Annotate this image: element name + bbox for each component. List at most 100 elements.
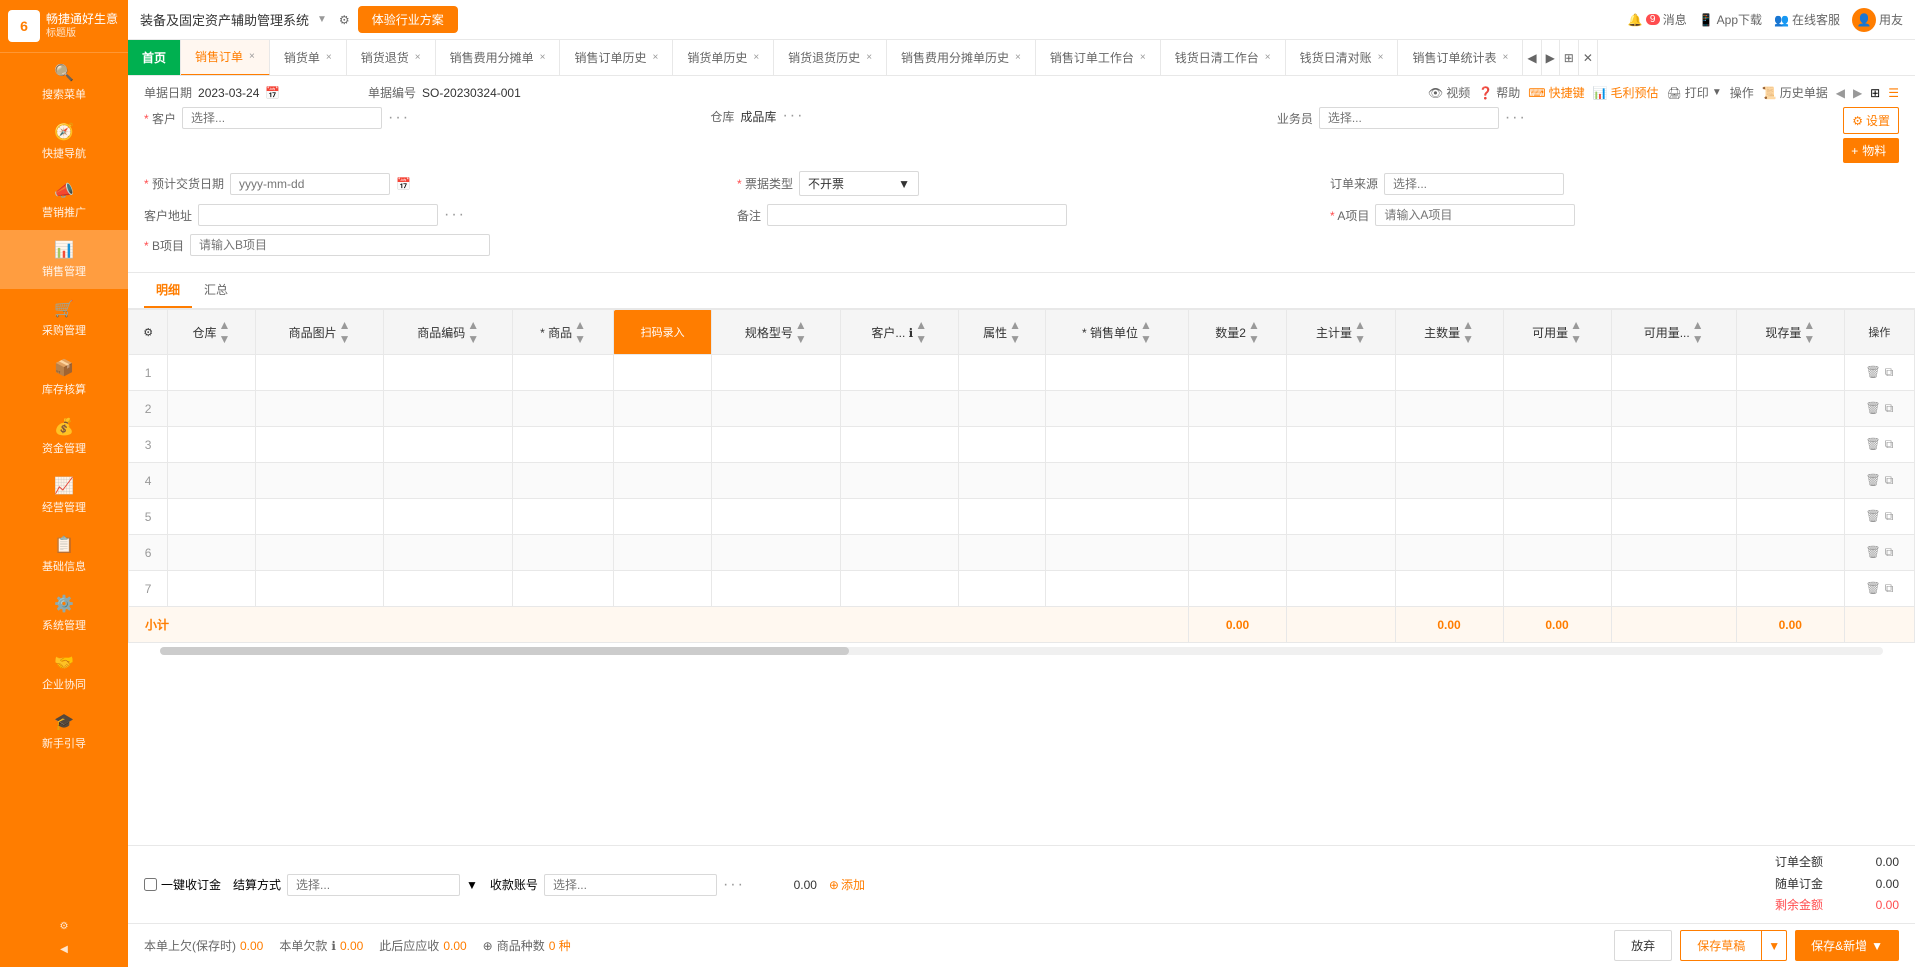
operation-btn[interactable]: 操作 xyxy=(1730,84,1754,101)
sidebar-item-basic-info[interactable]: 📋 基础信息 xyxy=(0,525,128,584)
profit-btn[interactable]: 📊 毛利预估 xyxy=(1593,84,1659,101)
account-dots[interactable]: ··· xyxy=(723,876,745,894)
tab-sales-return-history[interactable]: 销货退货历史 × xyxy=(774,40,887,76)
row2-sales-unit[interactable] xyxy=(1046,391,1188,427)
payment-method-chevron[interactable]: ▼ xyxy=(466,878,478,892)
row1-delete-icon[interactable]: 🗑 xyxy=(1866,365,1881,380)
tab-sales-goods-history[interactable]: 销货单历史 × xyxy=(673,40,774,76)
tab-close-sales-cost-history[interactable]: × xyxy=(1015,52,1021,63)
customer-address-input[interactable] xyxy=(198,204,438,226)
industry-btn[interactable]: 体验行业方案 xyxy=(358,6,458,33)
row1-customer-code[interactable] xyxy=(840,355,958,391)
calendar-icon[interactable]: 📅 xyxy=(265,86,280,100)
tab-close-cash-daily-reconcile[interactable]: × xyxy=(1378,52,1384,63)
shortcut-btn[interactable]: ⌨ 快捷键 xyxy=(1528,84,1584,101)
sidebar-item-search[interactable]: 🔍 搜索菜单 xyxy=(0,53,128,112)
tab-close-cash-daily-workbench[interactable]: × xyxy=(1265,52,1271,63)
scroll-track-area[interactable] xyxy=(128,643,1915,659)
print-btn[interactable]: 🖨 打印 ▼ xyxy=(1667,84,1722,101)
b-project-input[interactable] xyxy=(190,234,490,256)
row2-customer-code[interactable] xyxy=(840,391,958,427)
row3-delete-icon[interactable]: 🗑 xyxy=(1866,437,1881,452)
user-area[interactable]: 👤 用友 xyxy=(1852,8,1903,32)
delivery-date-input[interactable] xyxy=(230,173,390,195)
row2-qty2[interactable] xyxy=(1188,391,1287,427)
th-main-unit[interactable]: 主计量▲▼ xyxy=(1287,310,1395,355)
th-product-img[interactable]: 商品图片▲▼ xyxy=(255,310,384,355)
th-sales-unit[interactable]: * 销售单位▲▼ xyxy=(1046,310,1188,355)
sidebar-item-purchase[interactable]: 🛒 采购管理 xyxy=(0,289,128,348)
th-main-qty[interactable]: 主数量▲▼ xyxy=(1395,310,1503,355)
nav-prev-icon[interactable]: ◀ xyxy=(1836,86,1845,100)
history-btn[interactable]: 📜 历史单据 xyxy=(1762,84,1828,101)
row1-available[interactable] xyxy=(1503,355,1611,391)
tab-cash-daily-workbench[interactable]: 钱货日清工作台 × xyxy=(1161,40,1286,76)
sidebar-item-sales[interactable]: 📊 销售管理 xyxy=(0,230,128,289)
notification-item[interactable]: 🔔 9 消息 xyxy=(1628,11,1687,28)
th-available2[interactable]: 可用量...▲▼ xyxy=(1611,310,1736,355)
tab-close-all[interactable]: ✕ xyxy=(1579,40,1598,76)
row2-main-qty[interactable] xyxy=(1395,391,1503,427)
sidebar-settings[interactable]: ⚙ xyxy=(56,917,73,936)
sidebar-item-operations[interactable]: 📈 经营管理 xyxy=(0,466,128,525)
tab-sales-order-history[interactable]: 销售订单历史 × xyxy=(560,40,673,76)
order-source-input[interactable] xyxy=(1384,173,1564,195)
row5-delete-icon[interactable]: 🗑 xyxy=(1866,509,1881,524)
account-input[interactable] xyxy=(544,874,717,896)
scroll-thumb[interactable] xyxy=(160,647,849,655)
th-product[interactable]: * 商品▲▼ xyxy=(512,310,613,355)
row2-stock[interactable] xyxy=(1736,391,1844,427)
sidebar-item-inventory[interactable]: 📦 库存核算 xyxy=(0,348,128,407)
app-download-item[interactable]: 📱 App下载 xyxy=(1699,11,1762,28)
tab-sales-workbench[interactable]: 销售订单工作台 × xyxy=(1036,40,1161,76)
row5-copy-icon[interactable]: ⧉ xyxy=(1885,509,1894,524)
discard-btn[interactable]: 放弃 xyxy=(1614,930,1672,961)
tab-close-sales-return-history[interactable]: × xyxy=(866,52,872,63)
row4-copy-icon[interactable]: ⧉ xyxy=(1885,473,1894,488)
sidebar-item-marketing[interactable]: 📣 营销推广 xyxy=(0,171,128,230)
row1-warehouse[interactable] xyxy=(168,355,255,391)
row2-delete-icon[interactable]: 🗑 xyxy=(1866,401,1881,416)
tab-sales-goods[interactable]: 销货单 × xyxy=(270,40,347,76)
row1-qty2[interactable] xyxy=(1188,355,1287,391)
detail-tab-detail[interactable]: 明细 xyxy=(144,273,192,308)
add-item-float-btn[interactable]: + 物料 xyxy=(1843,138,1899,163)
save-new-btn[interactable]: 保存&新增 ▼ xyxy=(1795,930,1899,961)
tab-home[interactable]: 首页 xyxy=(128,40,181,76)
row2-copy-icon[interactable]: ⧉ xyxy=(1885,401,1894,416)
settings-float-btn[interactable]: ⚙ 设置 xyxy=(1843,107,1899,134)
row1-main-qty[interactable] xyxy=(1395,355,1503,391)
row2-spec[interactable] xyxy=(712,391,841,427)
row1-spec[interactable] xyxy=(712,355,841,391)
sidebar-collapse[interactable]: ◀ xyxy=(56,940,72,959)
row2-product[interactable] xyxy=(512,391,613,427)
tab-sales-stats[interactable]: 销售订单统计表 × xyxy=(1398,40,1523,76)
tab-close-sales-order-history[interactable]: × xyxy=(652,52,658,63)
row1-product[interactable] xyxy=(512,355,613,391)
warehouse-dots[interactable]: ··· xyxy=(782,107,804,125)
view-btn[interactable]: 👁 视频 xyxy=(1428,84,1470,101)
tab-sales-cost[interactable]: 销售费用分摊单 × xyxy=(436,40,561,76)
remark-input[interactable] xyxy=(767,204,1067,226)
row4-delete-icon[interactable]: 🗑 xyxy=(1866,473,1881,488)
nav-next-icon[interactable]: ▶ xyxy=(1853,86,1862,100)
sidebar-item-enterprise[interactable]: 🤝 企业协同 xyxy=(0,643,128,702)
print-dropdown-icon[interactable]: ▼ xyxy=(1712,87,1722,98)
tab-nav-grid[interactable]: ⊞ xyxy=(1560,40,1579,76)
horizontal-scrollbar[interactable] xyxy=(160,647,1883,655)
dropdown-arrow[interactable]: ▼ xyxy=(317,14,327,25)
tab-sales-cost-history[interactable]: 销售费用分摊单历史 × xyxy=(887,40,1036,76)
a-project-input[interactable] xyxy=(1375,204,1575,226)
tab-cash-daily-reconcile[interactable]: 钱货日清对账 × xyxy=(1286,40,1399,76)
th-spec[interactable]: 规格型号▲▼ xyxy=(712,310,841,355)
tab-close-sales-order[interactable]: × xyxy=(249,51,255,62)
row2-available[interactable] xyxy=(1503,391,1611,427)
th-warehouse[interactable]: 仓库▲▼ xyxy=(168,310,255,355)
save-draft-btn[interactable]: 保存草稿 xyxy=(1680,930,1762,961)
sidebar-item-system[interactable]: ⚙️ 系统管理 xyxy=(0,584,128,643)
row2-product-code[interactable] xyxy=(384,391,513,427)
th-customer-code[interactable]: 客户... ℹ▲▼ xyxy=(840,310,958,355)
row6-copy-icon[interactable]: ⧉ xyxy=(1885,545,1894,560)
tab-close-sales-return[interactable]: × xyxy=(415,52,421,63)
row1-product-code[interactable] xyxy=(384,355,513,391)
